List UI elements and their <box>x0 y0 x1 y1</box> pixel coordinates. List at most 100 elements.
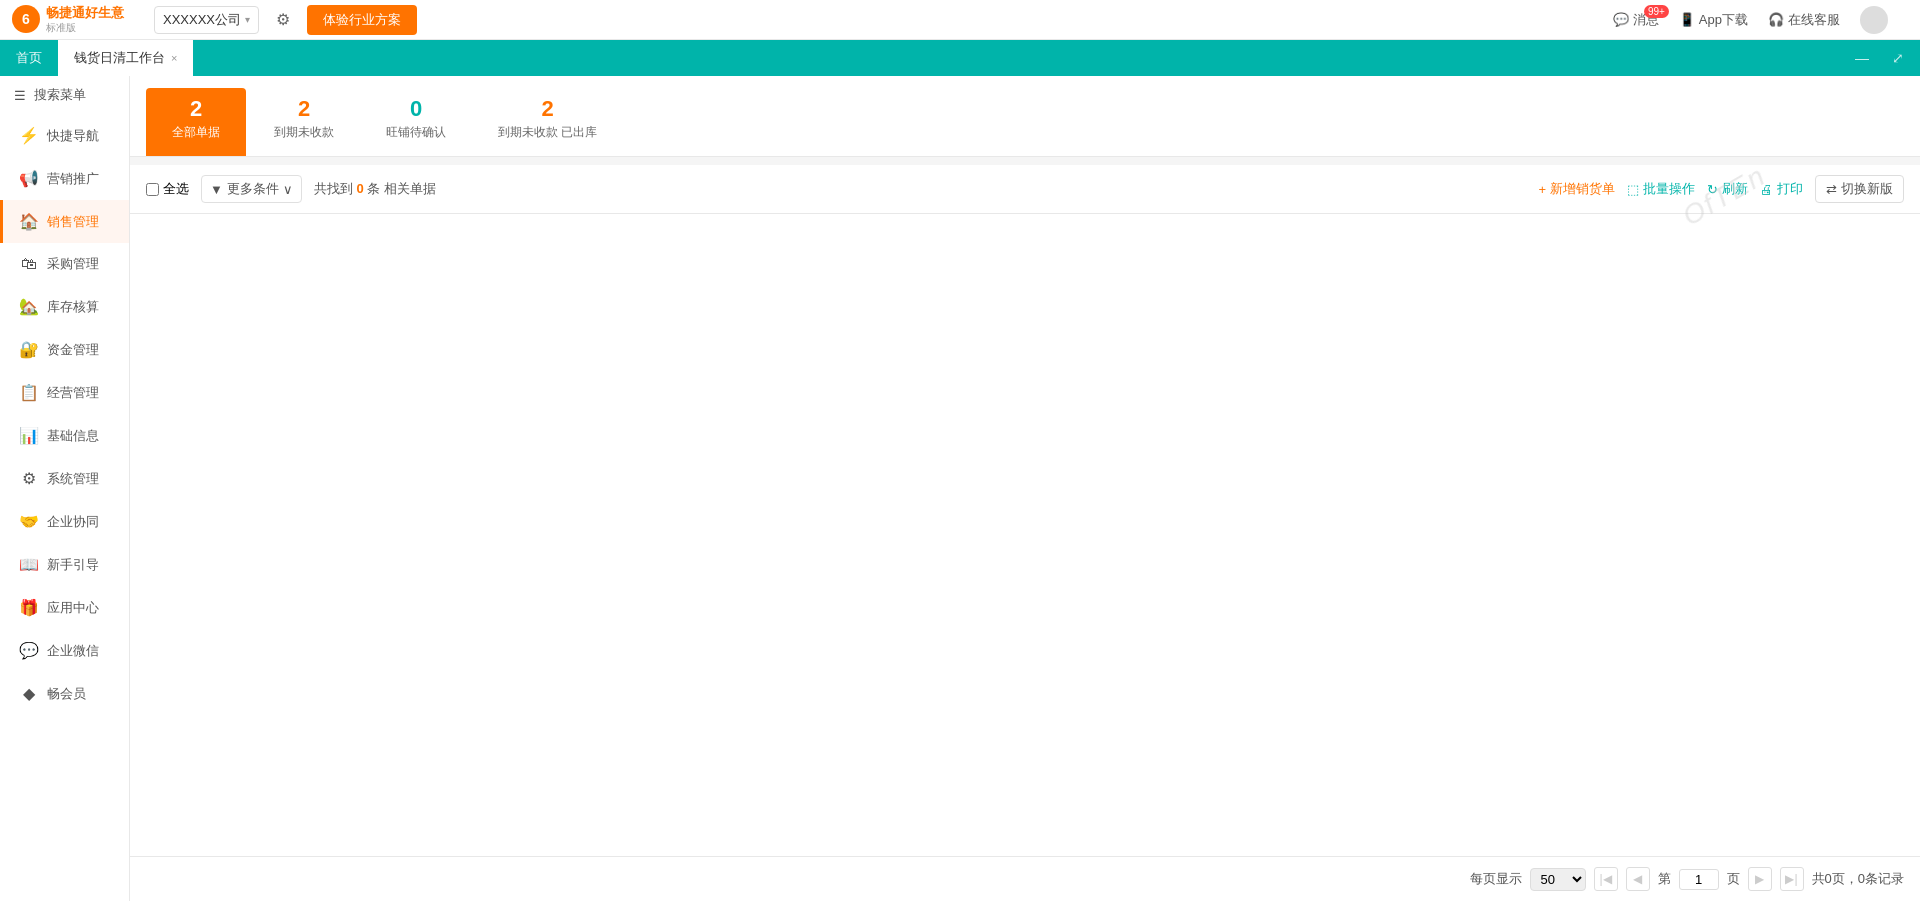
main-content: 2 全部单据 2 到期未收款 0 旺铺待确认 2 到期未收款 已出库 全选 <box>130 76 1920 901</box>
sales-label: 销售管理 <box>47 213 99 231</box>
app-center-label: 应用中心 <box>47 599 99 617</box>
stat-all-count: 2 <box>190 96 202 122</box>
switch-icon: ⇄ <box>1826 182 1837 197</box>
sidebar-item-inventory[interactable]: 🏡 库存核算 <box>0 285 129 328</box>
sidebar-item-guide[interactable]: 📖 新手引导 <box>0 543 129 586</box>
messages-button[interactable]: 💬 消息 99+ <box>1613 11 1659 29</box>
logo-icon: 6 <box>12 5 40 33</box>
sidebar-item-cooperation[interactable]: 🤝 企业协同 <box>0 500 129 543</box>
tab-home[interactable]: 首页 <box>0 40 58 76</box>
per-page-select[interactable]: 50 100 <box>1530 868 1586 891</box>
message-icon: 💬 <box>1613 12 1629 27</box>
add-sales-order-button[interactable]: + 新增销货单 <box>1538 180 1615 198</box>
stat-tab-overdue[interactable]: 2 到期未收款 <box>250 88 358 156</box>
page-number-input[interactable] <box>1679 869 1719 890</box>
app-download-button[interactable]: 📱 App下载 <box>1679 11 1748 29</box>
inventory-icon: 🏡 <box>19 297 39 316</box>
settings-button[interactable]: ⚙ <box>269 6 297 34</box>
basic-info-label: 基础信息 <box>47 427 99 445</box>
home-tab-label: 首页 <box>16 49 42 67</box>
tab-qhrc[interactable]: 钱货日清工作台 × <box>58 40 193 76</box>
basic-info-icon: 📊 <box>19 426 39 445</box>
last-page-button[interactable]: ▶| <box>1780 867 1804 891</box>
stat-overdue-shipped-label: 到期未收款 已出库 <box>498 124 597 141</box>
sidebar-item-member[interactable]: ◆ 畅会员 <box>0 672 129 715</box>
search-label: 搜索菜单 <box>34 86 86 104</box>
batch-icon: ⬚ <box>1627 182 1639 197</box>
finance-icon: 🔐 <box>19 340 39 359</box>
next-page-button[interactable]: ▶ <box>1748 867 1772 891</box>
first-page-button[interactable]: |◀ <box>1594 867 1618 891</box>
refresh-button[interactable]: ↻ 刷新 <box>1707 180 1748 198</box>
per-page-label: 每页显示 <box>1470 870 1522 888</box>
top-bar-left: 6 畅捷通好生意 标准版 XXXXXX公司 ▾ ⚙ 体验行业方案 <box>12 5 417 35</box>
sidebar-item-marketing[interactable]: 📢 营销推广 <box>0 157 129 200</box>
sidebar-item-wechat[interactable]: 💬 企业微信 <box>0 629 129 672</box>
sidebar-search[interactable]: ☰ 搜索菜单 <box>0 76 129 114</box>
select-all-checkbox[interactable] <box>146 183 159 196</box>
purchase-label: 采购管理 <box>47 255 99 273</box>
headset-icon: 🎧 <box>1768 12 1784 27</box>
add-icon: + <box>1538 182 1546 197</box>
minimize-tab-button[interactable]: — <box>1848 44 1876 72</box>
cooperation-label: 企业协同 <box>47 513 99 531</box>
top-bar: 6 畅捷通好生意 标准版 XXXXXX公司 ▾ ⚙ 体验行业方案 💬 消息 99… <box>0 0 1920 40</box>
system-icon: ⚙ <box>19 469 39 488</box>
edition-label: 标准版 <box>46 21 124 34</box>
app-download-label: App下载 <box>1699 11 1748 29</box>
sidebar-item-purchase[interactable]: 🛍 采购管理 <box>0 243 129 285</box>
toolbar: 全选 ▼ 更多条件 ∨ 共找到 0 条 相关单据 + 新增销货单 ⬚ <box>130 165 1920 214</box>
stat-tab-overdue-shipped[interactable]: 2 到期未收款 已出库 <box>474 88 621 156</box>
print-label: 打印 <box>1777 180 1803 198</box>
company-selector[interactable]: XXXXXX公司 ▾ <box>154 6 259 34</box>
content-area <box>130 214 1920 856</box>
system-label: 系统管理 <box>47 470 99 488</box>
print-button[interactable]: 🖨 打印 <box>1760 180 1803 198</box>
filter-icon: ▼ <box>210 182 223 197</box>
top-bar-right: 💬 消息 99+ 📱 App下载 🎧 在线客服 <box>1613 6 1908 34</box>
marketing-icon: 📢 <box>19 169 39 188</box>
sidebar-item-basic-info[interactable]: 📊 基础信息 <box>0 414 129 457</box>
nav-tabs: 首页 钱货日清工作台 × — ⤢ <box>0 40 1920 76</box>
sidebar-item-quick-nav[interactable]: ⚡ 快捷导航 <box>0 114 129 157</box>
member-label: 畅会员 <box>47 685 86 703</box>
brand-name: 畅捷通好生意 <box>46 5 124 22</box>
batch-operation-button[interactable]: ⬚ 批量操作 <box>1627 180 1695 198</box>
print-icon: 🖨 <box>1760 182 1773 197</box>
quick-nav-icon: ⚡ <box>19 126 39 145</box>
cooperation-icon: 🤝 <box>19 512 39 531</box>
prev-page-button[interactable]: ◀ <box>1626 867 1650 891</box>
sidebar: ☰ 搜索菜单 ⚡ 快捷导航 📢 营销推广 🏠 销售管理 🛍 采购管理 🏡 库存核… <box>0 76 130 901</box>
sidebar-item-system[interactable]: ⚙ 系统管理 <box>0 457 129 500</box>
filter-label: 更多条件 <box>227 180 279 198</box>
qhrc-tab-label: 钱货日清工作台 <box>74 49 165 67</box>
stat-pending-label: 旺铺待确认 <box>386 124 446 141</box>
select-all-area[interactable]: 全选 <box>146 180 189 198</box>
close-tab-icon[interactable]: × <box>171 52 177 64</box>
marketing-label: 营销推广 <box>47 170 99 188</box>
stat-overdue-label: 到期未收款 <box>274 124 334 141</box>
experience-button[interactable]: 体验行业方案 <box>307 5 417 35</box>
operations-label: 经营管理 <box>47 384 99 402</box>
avatar[interactable] <box>1860 6 1888 34</box>
filter-button[interactable]: ▼ 更多条件 ∨ <box>201 175 302 203</box>
purchase-icon: 🛍 <box>19 255 39 273</box>
sidebar-item-app-center[interactable]: 🎁 应用中心 <box>0 586 129 629</box>
stat-tab-pending[interactable]: 0 旺铺待确认 <box>362 88 470 156</box>
sidebar-item-operations[interactable]: 📋 经营管理 <box>0 371 129 414</box>
guide-icon: 📖 <box>19 555 39 574</box>
wechat-icon: 💬 <box>19 641 39 660</box>
stat-tab-all[interactable]: 2 全部单据 <box>146 88 246 156</box>
logo-text: 畅捷通好生意 标准版 <box>46 5 124 35</box>
result-count: 0 <box>357 181 364 196</box>
expand-tab-button[interactable]: ⤢ <box>1884 44 1912 72</box>
switch-version-button[interactable]: ⇄ 切换新版 <box>1815 175 1904 203</box>
sidebar-item-sales[interactable]: 🏠 销售管理 <box>0 200 129 243</box>
sidebar-item-finance[interactable]: 🔐 资金管理 <box>0 328 129 371</box>
search-icon: ☰ <box>14 88 26 103</box>
select-all-label: 全选 <box>163 180 189 198</box>
result-unit: 条 <box>367 181 380 196</box>
online-service-button[interactable]: 🎧 在线客服 <box>1768 11 1840 29</box>
finance-label: 资金管理 <box>47 341 99 359</box>
operations-icon: 📋 <box>19 383 39 402</box>
